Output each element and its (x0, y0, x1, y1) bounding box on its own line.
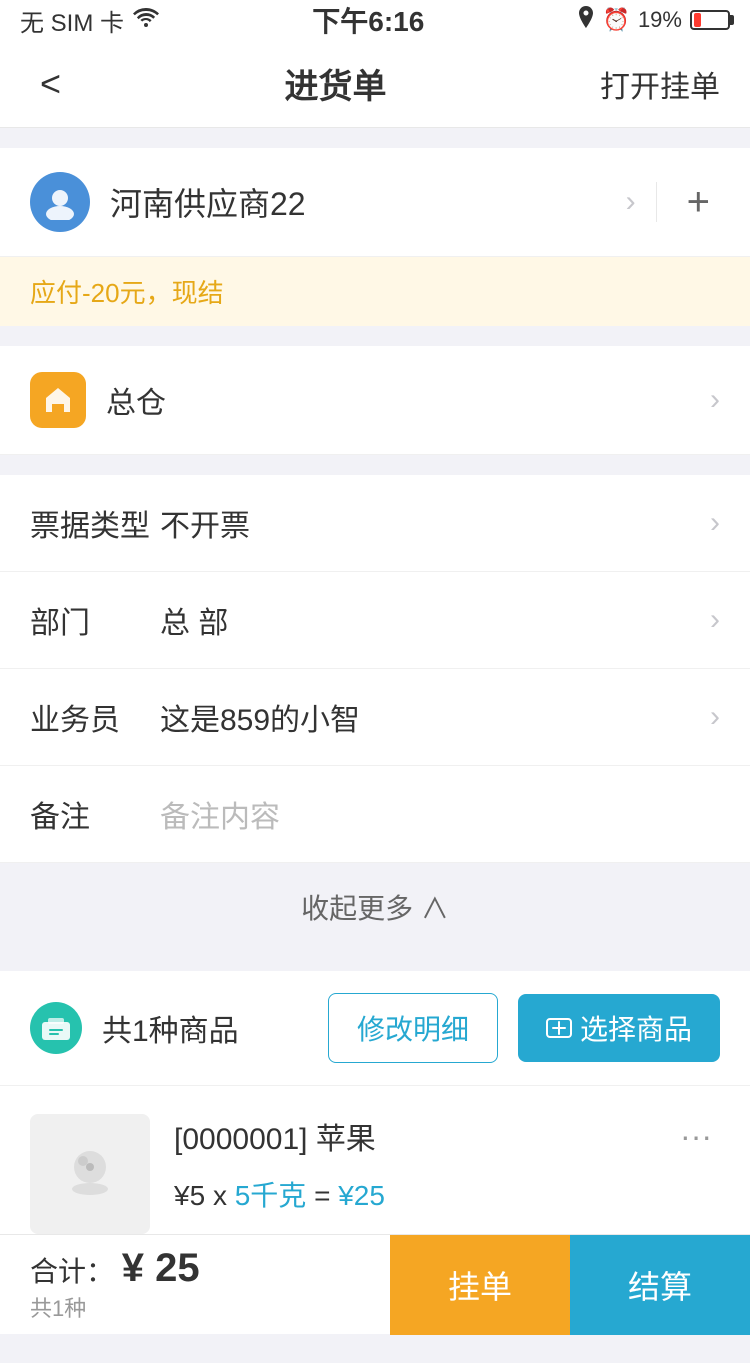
form-card: 票据类型 不开票 › 部门 总 部 › 业务员 这是859的小智 › 备注 备注… (0, 475, 750, 863)
invoice-type-row[interactable]: 票据类型 不开票 › (0, 475, 750, 572)
note-row[interactable]: 备注 备注内容 (0, 766, 750, 863)
status-left: 无 SIM 卡 (20, 3, 160, 38)
alarm-icon: ⏰ (603, 7, 630, 33)
add-supplier-button[interactable]: + (677, 180, 720, 225)
product-code: [0000001] (174, 1123, 307, 1156)
department-chevron: › (710, 603, 720, 637)
status-time: 下午6:16 (312, 0, 424, 40)
department-row[interactable]: 部门 总 部 › (0, 572, 750, 669)
status-right: ⏰ 19% (577, 6, 730, 34)
battery-percent: 19% (638, 7, 682, 33)
warehouse-name: 总仓 (106, 378, 166, 422)
carrier-text: 无 SIM 卡 (20, 3, 124, 38)
collapse-more-button[interactable]: 收起更多 ∧ (0, 863, 750, 951)
products-icon (30, 1002, 82, 1054)
battery-icon (690, 10, 730, 30)
product-quantity: 5千克 (235, 1180, 307, 1211)
collapse-more-label: 收起更多 ∧ (301, 893, 449, 924)
supplier-name: 河南供应商22 (110, 179, 626, 225)
total-amount: ¥ 25 (122, 1246, 200, 1290)
divider (656, 182, 657, 222)
page-content: 河南供应商22 › + 应付-20元，现结 总仓 › 票据类型 (0, 128, 750, 1363)
supplier-avatar (30, 172, 90, 232)
product-info: [0000001] 苹果 ¥5 x 5千克 = ¥25 (174, 1114, 672, 1214)
edit-detail-button[interactable]: 修改明细 (328, 993, 498, 1063)
hang-order-button[interactable]: 挂单 (390, 1235, 570, 1335)
salesman-row[interactable]: 业务员 这是859的小智 › (0, 669, 750, 766)
gap-2 (0, 326, 750, 346)
warehouse-row[interactable]: 总仓 › (0, 346, 750, 455)
salesman-chevron: › (710, 700, 720, 734)
supplier-chevron: › (626, 185, 636, 219)
checkout-button[interactable]: 结算 (570, 1235, 750, 1335)
supplier-card: 河南供应商22 › + 应付-20元，现结 (0, 148, 750, 326)
select-product-label: 选择商品 (580, 1008, 692, 1048)
notice-text: 应付-20元，现结 (30, 278, 224, 308)
product-title: 苹果 (316, 1123, 376, 1156)
department-label: 部门 (30, 598, 160, 642)
equals-sign: = (314, 1180, 338, 1211)
product-price: ¥5 x 5千克 = ¥25 (174, 1174, 672, 1214)
total-row: 合计： ¥ 25 (30, 1246, 360, 1291)
gap-1 (0, 128, 750, 148)
invoice-type-chevron: › (710, 506, 720, 540)
location-icon (577, 6, 595, 34)
bottom-bar: 合计： ¥ 25 共1种 挂单 结算 (0, 1234, 750, 1334)
total-count: 共1种 (30, 1291, 360, 1323)
product-thumbnail (30, 1114, 150, 1234)
gap-3 (0, 455, 750, 475)
salesman-label: 业务员 (30, 695, 160, 739)
open-hang-button[interactable]: 打开挂单 (600, 62, 720, 106)
supplier-row[interactable]: 河南供应商22 › + (0, 148, 750, 257)
products-card: 共1种商品 修改明细 选择商品 (0, 971, 750, 1263)
product-total: ¥25 (338, 1180, 385, 1211)
salesman-value: 这是859的小智 (160, 695, 710, 739)
note-label: 备注 (30, 792, 160, 836)
warehouse-card: 总仓 › (0, 346, 750, 455)
price-separator: x (213, 1180, 235, 1211)
products-count: 共1种商品 (102, 1006, 308, 1050)
price-unit: ¥5 (174, 1180, 205, 1211)
total-label: 合计： (30, 1256, 114, 1287)
select-product-button[interactable]: 选择商品 (518, 994, 720, 1062)
nav-bar: < 进货单 打开挂单 (0, 40, 750, 128)
back-button[interactable]: < (30, 53, 71, 115)
department-value: 总 部 (160, 598, 710, 642)
products-header: 共1种商品 修改明细 选择商品 (0, 971, 750, 1086)
product-more-button[interactable]: ··· (672, 1114, 720, 1159)
warehouse-chevron: › (710, 383, 720, 417)
wifi-icon (132, 6, 160, 35)
invoice-type-label: 票据类型 (30, 501, 160, 545)
invoice-type-value: 不开票 (160, 501, 710, 545)
notice-bar: 应付-20元，现结 (0, 257, 750, 326)
product-name: [0000001] 苹果 (174, 1114, 672, 1158)
page-title: 进货单 (285, 59, 387, 108)
warehouse-icon (30, 372, 86, 428)
status-bar: 无 SIM 卡 下午6:16 ⏰ 19% (0, 0, 750, 40)
gap-4 (0, 951, 750, 971)
total-section: 合计： ¥ 25 共1种 (0, 1246, 390, 1323)
note-placeholder: 备注内容 (160, 792, 720, 836)
